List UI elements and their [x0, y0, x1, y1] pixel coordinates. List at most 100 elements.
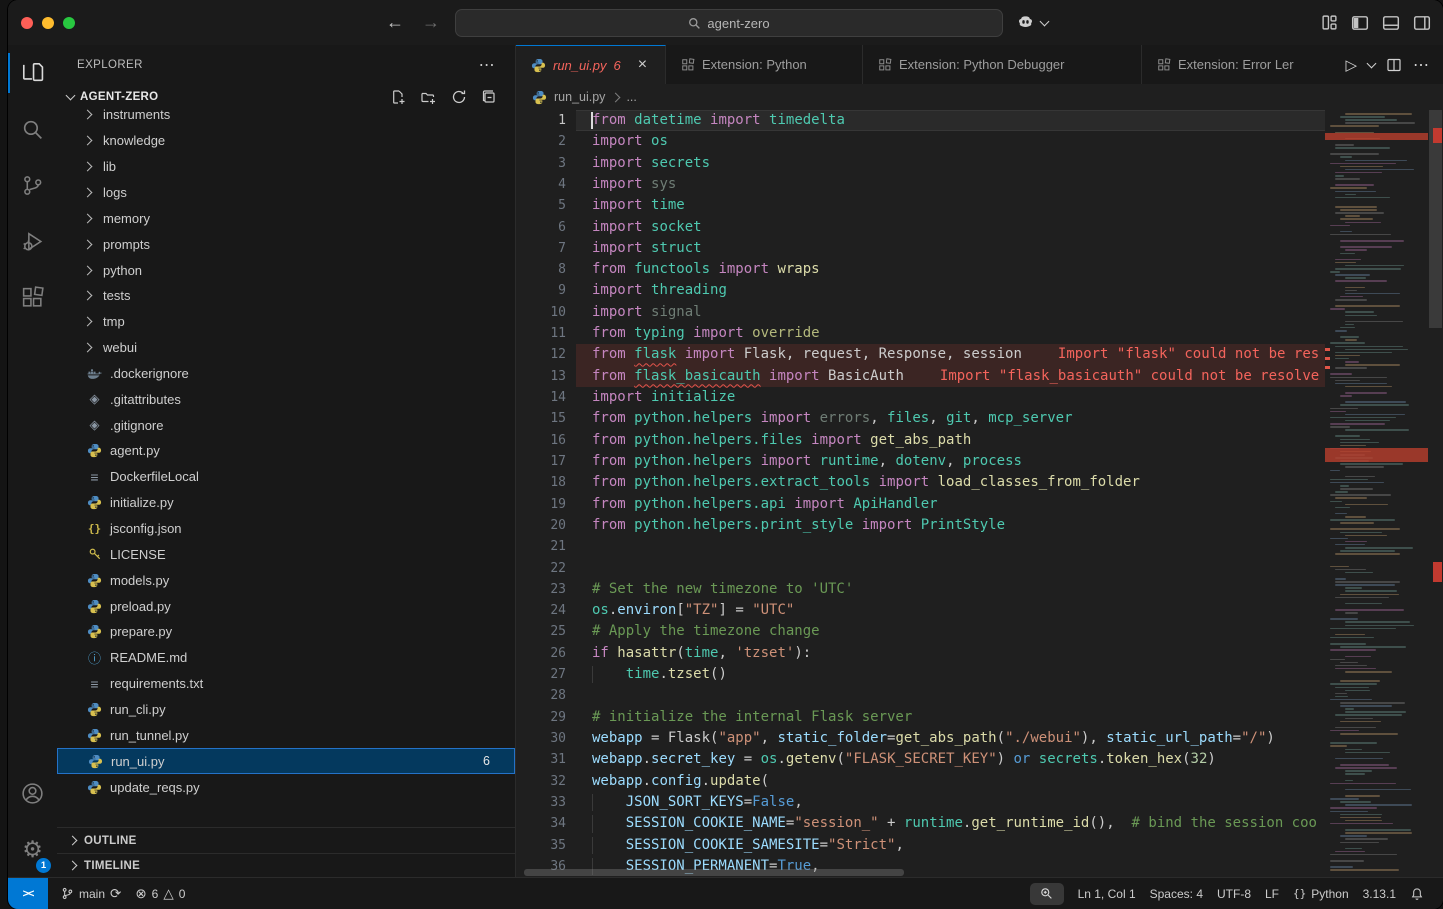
code-line-4[interactable]: 4 import sys [516, 174, 1325, 195]
split-editor-icon[interactable] [1386, 57, 1402, 73]
status-eol[interactable]: LF [1258, 887, 1286, 901]
file-row-jsconfig.json[interactable]: {} jsconfig.json [57, 516, 515, 542]
folder-row-tests[interactable]: tests [57, 283, 515, 309]
code-line-29[interactable]: 29 # initialize the internal Flask server [516, 707, 1325, 728]
code-line-33[interactable]: 33 JSON_SORT_KEYS=False, [516, 792, 1325, 813]
toggle-primary-sidebar-icon[interactable] [1351, 14, 1369, 32]
code-editor[interactable]: 1 from datetime import timedelta 2 import o… [516, 110, 1325, 877]
file-row-models.py[interactable]: models.py [57, 567, 515, 593]
minimize-window-button[interactable] [42, 17, 54, 29]
activitybar-search[interactable] [8, 101, 57, 157]
minimap[interactable] [1325, 110, 1428, 877]
file-row-update_reqs.py[interactable]: update_reqs.py [57, 774, 515, 800]
code-line-24[interactable]: 24 os.environ["TZ"] = "UTC" [516, 600, 1325, 621]
file-row-run_cli.py[interactable]: run_cli.py [57, 697, 515, 723]
activitybar-run-debug[interactable] [8, 213, 57, 269]
code-line-14[interactable]: 14 import initialize [516, 387, 1325, 408]
status-encoding[interactable]: UTF-8 [1210, 887, 1258, 901]
folder-row-prompts[interactable]: prompts [57, 231, 515, 257]
breadcrumb[interactable]: run_ui.py ... [516, 84, 1325, 110]
collapse-all-icon[interactable] [481, 89, 497, 105]
explorer-more-actions[interactable]: ⋯ [479, 55, 495, 75]
file-row-DockerfileLocal[interactable]: ≡ DockerfileLocal [57, 464, 515, 490]
code-line-3[interactable]: 3 import secrets [516, 153, 1325, 174]
project-section-header[interactable]: AGENT-ZERO [57, 85, 515, 109]
code-line-1[interactable]: 1 from datetime import timedelta [516, 110, 1325, 132]
more-actions-icon[interactable]: ⋯ [1413, 55, 1429, 75]
status-python-version[interactable]: 3.13.1 [1356, 887, 1403, 901]
breadcrumb-file[interactable]: run_ui.py [554, 90, 605, 104]
folder-row-instruments[interactable]: instruments [57, 109, 515, 128]
vertical-scrollbar[interactable] [1428, 110, 1443, 877]
file-row-agent.py[interactable]: agent.py [57, 438, 515, 464]
folder-row-python[interactable]: python [57, 257, 515, 283]
tab-run-ui-py[interactable]: run_ui.py 6 × [516, 45, 666, 84]
navigate-forward-button[interactable]: → [422, 12, 440, 33]
file-row-initialize.py[interactable]: initialize.py [57, 490, 515, 516]
code-line-28[interactable]: 28 [516, 685, 1325, 706]
settings-button[interactable]: ⚙ 1 [8, 821, 57, 877]
file-row-requirements.txt[interactable]: ≡ requirements.txt [57, 671, 515, 697]
folder-row-memory[interactable]: memory [57, 205, 515, 231]
tab-extension-python-debugger[interactable]: Extension: Python Debugger [863, 45, 1142, 84]
code-line-9[interactable]: 9 import threading [516, 280, 1325, 301]
code-line-23[interactable]: 23 # Set the new timezone to 'UTC' [516, 579, 1325, 600]
status-branch[interactable]: main ⟳ [54, 878, 128, 909]
code-line-13[interactable]: 13 from flask_basicauth import BasicAuth I… [516, 365, 1325, 388]
code-line-22[interactable]: 22 [516, 558, 1325, 579]
status-indentation[interactable]: Spaces: 4 [1143, 887, 1210, 901]
run-options-chevron-icon[interactable] [1366, 58, 1377, 68]
code-line-31[interactable]: 31 webapp.secret_key = os.getenv("FLASK_S… [516, 749, 1325, 770]
file-row-preload.py[interactable]: preload.py [57, 593, 515, 619]
code-line-20[interactable]: 20 from python.helpers.print_style import… [516, 515, 1325, 536]
folder-row-webui[interactable]: webui [57, 335, 515, 361]
code-line-2[interactable]: 2 import os [516, 131, 1325, 152]
status-cursor-position[interactable]: Ln 1, Col 1 [1071, 887, 1143, 901]
notifications-bell[interactable] [1403, 887, 1431, 901]
tab-extension-error-ler[interactable]: Extension: Error Ler [1142, 45, 1326, 84]
code-line-27[interactable]: 27 time.tzset() [516, 664, 1325, 685]
maximize-window-button[interactable] [63, 17, 75, 29]
code-line-16[interactable]: 16 from python.helpers.files import get_a… [516, 430, 1325, 451]
horizontal-scrollbar[interactable] [524, 869, 904, 876]
status-language[interactable]: {} Python [1286, 887, 1356, 901]
file-row-LICENSE[interactable]: LICENSE [57, 541, 515, 567]
folder-row-logs[interactable]: logs [57, 180, 515, 206]
activitybar-explorer[interactable] [8, 45, 57, 101]
remote-indicator[interactable]: >< [8, 878, 48, 909]
code-line-34[interactable]: 34 SESSION_COOKIE_NAME="session_" + runt… [516, 813, 1325, 834]
copilot-menu[interactable] [1016, 0, 1050, 45]
code-line-10[interactable]: 10 import signal [516, 302, 1325, 323]
code-line-35[interactable]: 35 SESSION_COOKIE_SAMESITE="Strict", [516, 835, 1325, 856]
close-window-button[interactable] [21, 17, 33, 29]
code-line-12[interactable]: 12 from flask import Flask, request, Resp… [516, 344, 1325, 366]
code-line-7[interactable]: 7 import struct [516, 238, 1325, 259]
timeline-section[interactable]: TIMELINE [57, 853, 515, 877]
code-line-11[interactable]: 11 from typing import override [516, 323, 1325, 344]
code-line-17[interactable]: 17 from python.helpers import runtime, do… [516, 451, 1325, 472]
customize-layout-icon[interactable] [1321, 14, 1338, 31]
folder-row-lib[interactable]: lib [57, 154, 515, 180]
code-line-15[interactable]: 15 from python.helpers import errors, fil… [516, 408, 1325, 429]
file-row-run_ui.py[interactable]: run_ui.py 6 [57, 748, 515, 775]
status-zoom-indicator[interactable] [1023, 882, 1071, 905]
outline-section[interactable]: OUTLINE [57, 827, 515, 853]
file-row-.gitignore[interactable]: ◈ .gitignore [57, 412, 515, 438]
breadcrumb-symbol[interactable]: ... [626, 90, 636, 104]
code-line-21[interactable]: 21 [516, 536, 1325, 557]
toggle-panel-icon[interactable] [1382, 14, 1400, 32]
code-line-5[interactable]: 5 import time [516, 195, 1325, 216]
activitybar-extensions[interactable] [8, 269, 57, 325]
folder-row-tmp[interactable]: tmp [57, 309, 515, 335]
file-row-.dockerignore[interactable]: .dockerignore [57, 361, 515, 387]
file-row-run_tunnel.py[interactable]: run_tunnel.py [57, 722, 515, 748]
command-center-search[interactable]: agent-zero [455, 9, 1003, 37]
refresh-icon[interactable] [451, 89, 467, 105]
code-line-32[interactable]: 32 webapp.config.update( [516, 771, 1325, 792]
code-line-26[interactable]: 26 if hasattr(time, 'tzset'): [516, 643, 1325, 664]
new-file-icon[interactable] [390, 89, 406, 105]
code-line-25[interactable]: 25 # Apply the timezone change [516, 621, 1325, 642]
activitybar-source-control[interactable] [8, 157, 57, 213]
close-tab-icon[interactable]: × [638, 56, 647, 74]
file-row-.gitattributes[interactable]: ◈ .gitattributes [57, 386, 515, 412]
